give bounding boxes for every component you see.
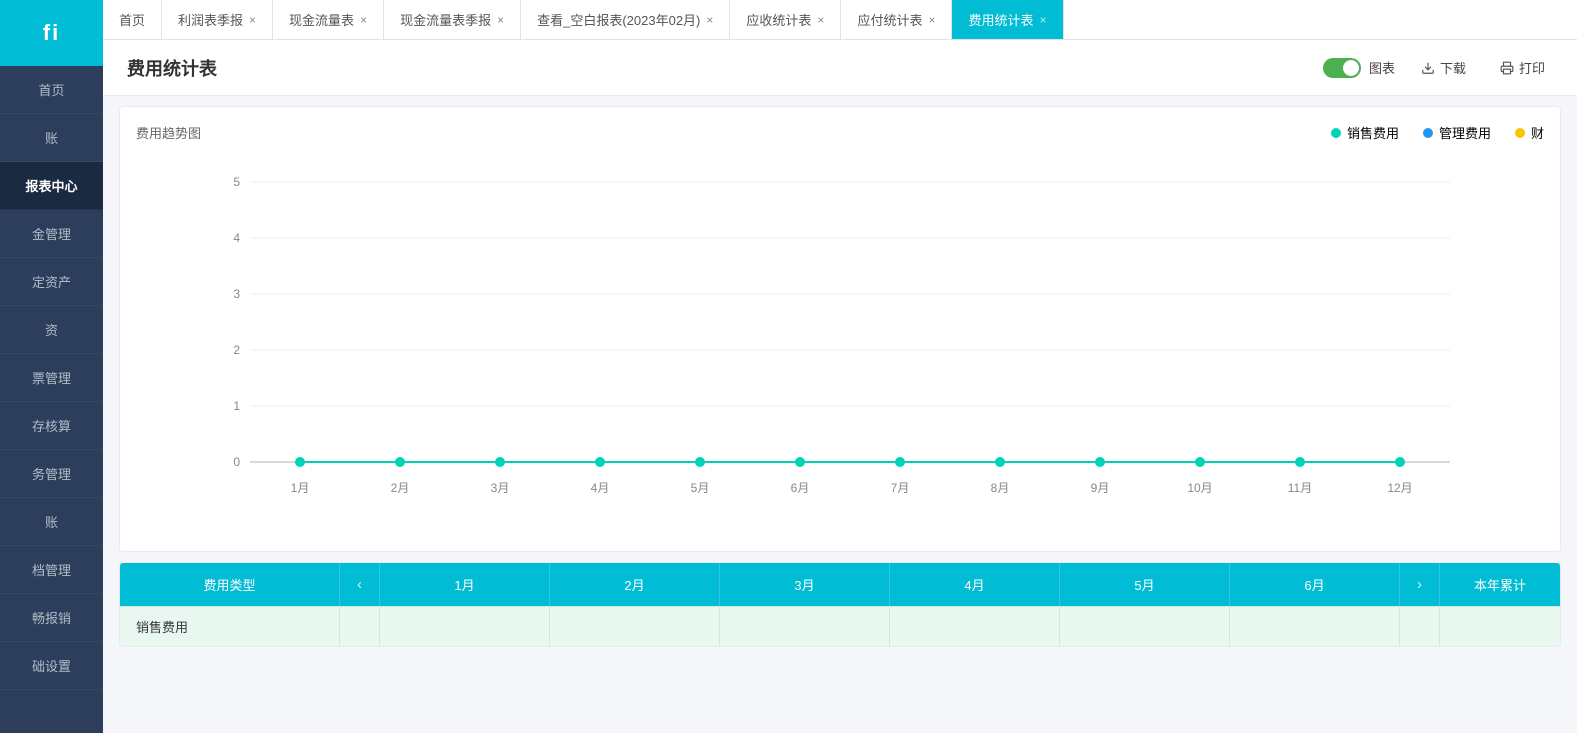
sidebar-item-archive[interactable]: 档管理: [0, 546, 103, 594]
tab-cashflow-quarterly[interactable]: 现金流量表季报 ×: [384, 0, 521, 39]
tab-profit-quarterly[interactable]: 利润表季报 ×: [162, 0, 273, 39]
tab-close-receivable[interactable]: ×: [817, 13, 824, 27]
trend-chart: 5 4 3 2 1 0: [136, 152, 1544, 532]
td-row-label: 销售费用: [120, 607, 340, 646]
tab-receivable[interactable]: 应收统计表 ×: [730, 0, 841, 39]
svg-text:9月: 9月: [1091, 481, 1110, 495]
data-table: 费用类型 ‹ 1月 2月 3月 4月 5月 6月 › 本年累计 销售费用: [119, 562, 1561, 647]
tab-close-cashflow-quarterly[interactable]: ×: [497, 13, 504, 27]
download-icon: [1421, 61, 1435, 75]
svg-text:2: 2: [233, 343, 240, 357]
sidebar-logo: fi: [0, 0, 103, 66]
th-month-1: 1月: [380, 563, 550, 606]
svg-text:11月: 11月: [1288, 481, 1312, 495]
tab-bar: 首页 利润表季报 × 现金流量表 × 现金流量表季报 × 查看_空白报表(202…: [103, 0, 1577, 40]
tab-close-cashflow[interactable]: ×: [360, 13, 367, 27]
th-month-4: 4月: [890, 563, 1060, 606]
svg-text:3: 3: [233, 287, 240, 301]
tab-close-profit-quarterly[interactable]: ×: [249, 13, 256, 27]
th-month-3: 3月: [720, 563, 890, 606]
chart-section: 费用趋势图 销售费用 管理费用 财: [119, 106, 1561, 552]
td-val-1: [380, 607, 550, 646]
chart-toggle-label: 图表: [1369, 58, 1395, 77]
legend-dot-admin: [1423, 128, 1433, 138]
svg-text:10月: 10月: [1187, 481, 1212, 495]
svg-text:1: 1: [233, 399, 240, 413]
td-val-6: [1230, 607, 1400, 646]
legend-sales: 销售费用: [1331, 123, 1399, 142]
sidebar-item-expense[interactable]: 畅报销: [0, 594, 103, 642]
td-val-4: [890, 607, 1060, 646]
sidebar-item-home[interactable]: 首页: [0, 66, 103, 114]
svg-text:12月: 12月: [1387, 481, 1412, 495]
print-button[interactable]: 打印: [1492, 54, 1553, 81]
sidebar-item-ledger[interactable]: 账: [0, 114, 103, 162]
tab-blank-report[interactable]: 查看_空白报表(2023年02月) ×: [521, 0, 730, 39]
download-button[interactable]: 下载: [1413, 54, 1474, 81]
chart-toggle-wrap: 图表: [1323, 58, 1395, 78]
svg-text:8月: 8月: [991, 481, 1010, 495]
td-nav-spacer: [340, 607, 380, 646]
svg-text:6月: 6月: [791, 481, 810, 495]
chart-toggle[interactable]: [1323, 58, 1361, 78]
legend-finance: 财: [1515, 123, 1544, 142]
tab-close-payable[interactable]: ×: [928, 13, 935, 27]
table-header-row: 费用类型 ‹ 1月 2月 3月 4月 5月 6月 › 本年累计: [120, 563, 1560, 606]
print-icon: [1500, 61, 1514, 75]
tab-home[interactable]: 首页: [103, 0, 162, 39]
td-val-3: [720, 607, 890, 646]
legend-admin: 管理费用: [1423, 123, 1491, 142]
th-nav-left[interactable]: ‹: [340, 563, 380, 606]
sidebar: fi 首页 账 报表中心 金管理 定资产 资 票管理 存核算 务管理 账 档管理…: [0, 0, 103, 733]
main-content: 首页 利润表季报 × 现金流量表 × 现金流量表季报 × 查看_空白报表(202…: [103, 0, 1577, 733]
sidebar-item-salary[interactable]: 资: [0, 306, 103, 354]
chart-title: 费用趋势图: [136, 123, 201, 142]
svg-text:4: 4: [233, 231, 240, 245]
svg-text:7月: 7月: [891, 481, 910, 495]
sidebar-item-reports[interactable]: 报表中心: [0, 162, 103, 210]
sidebar-item-cash[interactable]: 金管理: [0, 210, 103, 258]
tab-payable[interactable]: 应付统计表 ×: [841, 0, 952, 39]
sidebar-item-settings[interactable]: 础设置: [0, 642, 103, 690]
svg-text:5: 5: [233, 175, 240, 189]
legend-dot-sales: [1331, 128, 1341, 138]
th-month-2: 2月: [550, 563, 720, 606]
page-area: 费用统计表 图表 下载: [103, 40, 1577, 733]
chart-wrapper: 5 4 3 2 1 0: [136, 152, 1544, 535]
svg-text:2月: 2月: [391, 481, 410, 495]
tab-cashflow[interactable]: 现金流量表 ×: [273, 0, 384, 39]
td-total: [1440, 607, 1560, 646]
tab-expense-stats[interactable]: 费用统计表 ×: [952, 0, 1063, 39]
svg-text:3月: 3月: [491, 481, 510, 495]
th-nav-right[interactable]: ›: [1400, 563, 1440, 606]
td-val-2: [550, 607, 720, 646]
th-total: 本年累计: [1440, 563, 1560, 606]
th-month-6: 6月: [1230, 563, 1400, 606]
svg-text:1月: 1月: [291, 481, 310, 495]
page-title: 费用统计表: [127, 55, 217, 81]
sidebar-item-inventory[interactable]: 存核算: [0, 402, 103, 450]
page-header: 费用统计表 图表 下载: [103, 40, 1577, 96]
sidebar-item-service[interactable]: 务管理: [0, 450, 103, 498]
header-actions: 图表 下载: [1323, 54, 1553, 81]
sidebar-item-invoice[interactable]: 票管理: [0, 354, 103, 402]
th-type: 费用类型: [120, 563, 340, 606]
legend-dot-finance: [1515, 128, 1525, 138]
sidebar-item-account[interactable]: 账: [0, 498, 103, 546]
tab-close-blank-report[interactable]: ×: [706, 13, 713, 27]
td-nav-right-spacer: [1400, 607, 1440, 646]
svg-text:5月: 5月: [691, 481, 710, 495]
chart-legend: 销售费用 管理费用 财: [1331, 123, 1544, 142]
svg-text:0: 0: [233, 455, 240, 469]
tab-close-expense-stats[interactable]: ×: [1039, 13, 1046, 27]
sidebar-item-assets[interactable]: 定资产: [0, 258, 103, 306]
svg-text:4月: 4月: [591, 481, 610, 495]
table-row: 销售费用: [120, 606, 1560, 646]
th-month-5: 5月: [1060, 563, 1230, 606]
td-val-5: [1060, 607, 1230, 646]
